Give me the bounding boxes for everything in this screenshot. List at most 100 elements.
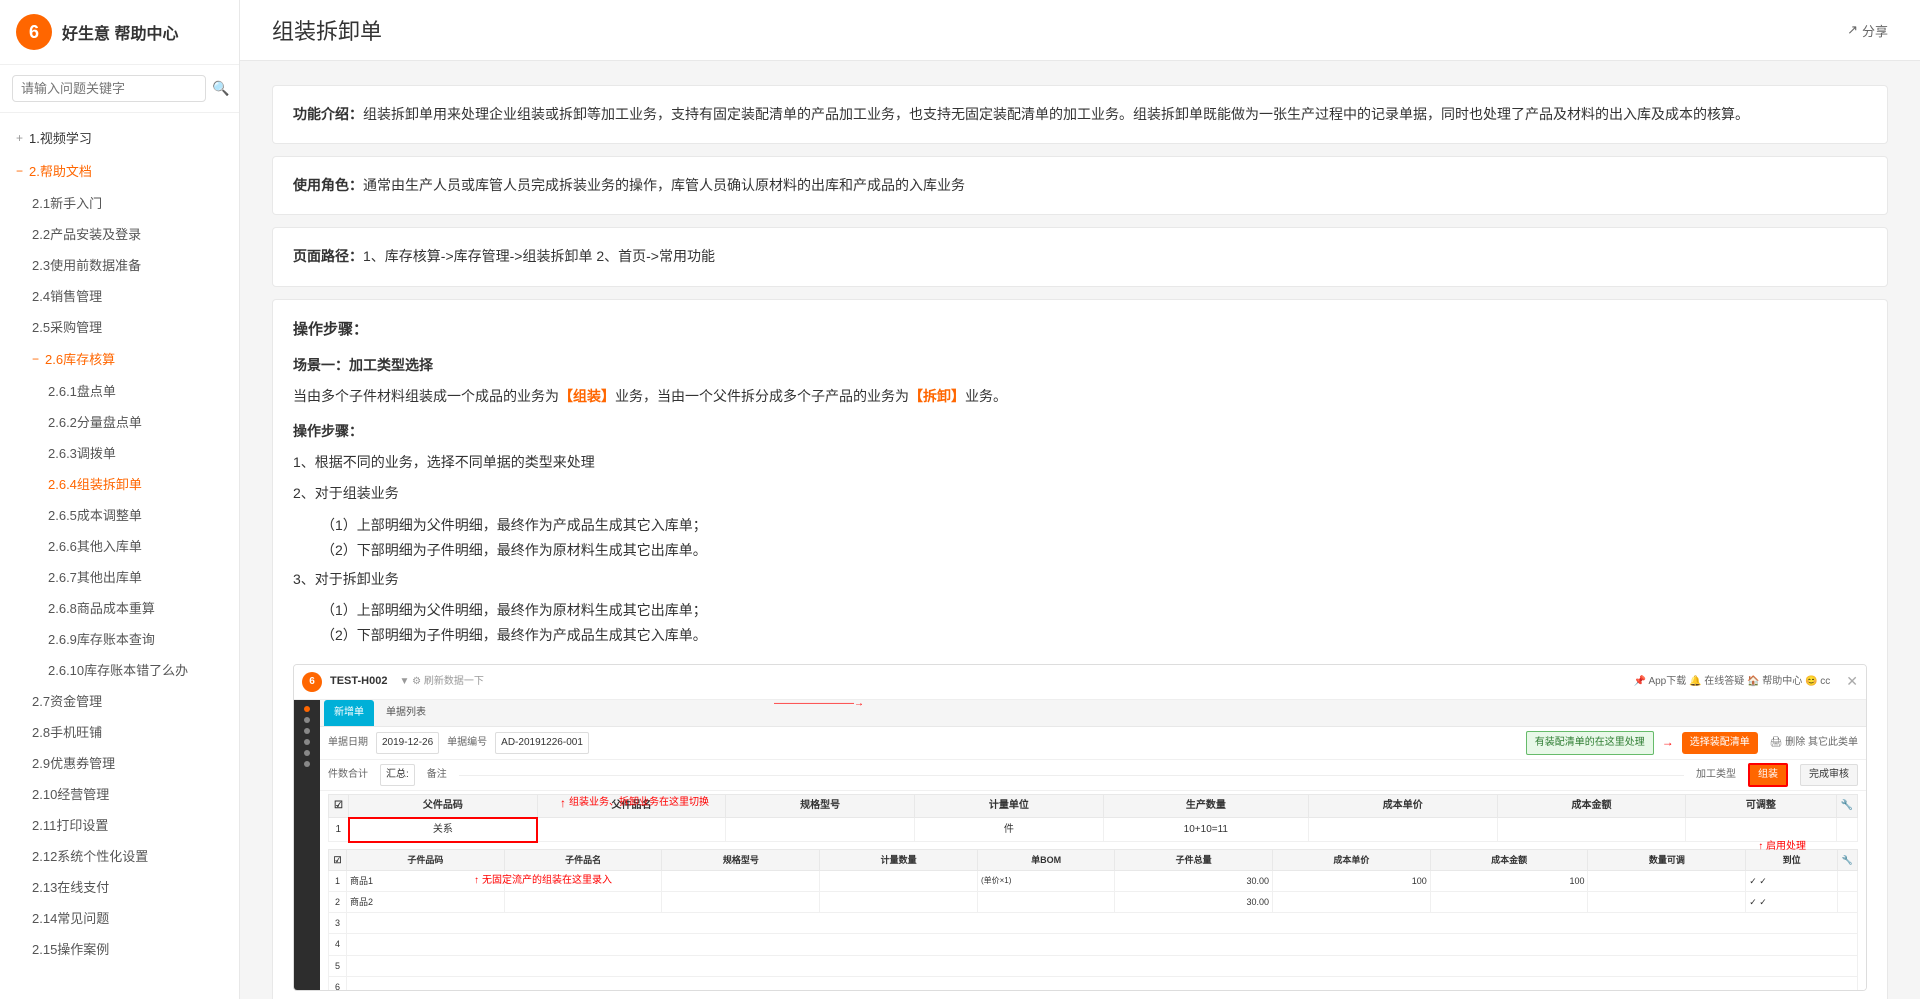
form-confirm-btn[interactable]: 完成审核 [1800, 764, 1858, 786]
col-check: ☑ [329, 794, 349, 818]
brow2-meas [820, 892, 978, 913]
role-body: 通常由生产人员或库管人员完成拆装业务的操作，库管人员确认原材料的出库和产成品的入… [363, 177, 965, 193]
form-value-remark[interactable] [459, 773, 1684, 776]
brow3-num: 3 [329, 913, 347, 934]
form-label-remark: 备注 [427, 766, 447, 784]
sidebar-item-video[interactable]: + 1.视频学习 [0, 121, 239, 154]
logo-text: 好生意 帮助中心 [62, 20, 178, 44]
app-close-icon[interactable]: ✕ [1846, 669, 1858, 694]
app-nav-btns: 📌 App下载 🔔 在线答疑 🏠 帮助中心 😊 cc [1634, 673, 1831, 691]
brow1-bom: (单价×1) [977, 870, 1114, 891]
share-button[interactable]: ↗ 分享 [1847, 21, 1888, 40]
sidebar-item-2-6-1[interactable]: 2.6.1盘点单 [0, 375, 239, 406]
sidebar-item-2-6[interactable]: − 2.6库存核算 [0, 342, 239, 375]
app-id: TEST-H002 [330, 672, 387, 692]
cell-parent-code: 关系 [349, 818, 538, 842]
table-row: 1 关系 件 10+10=11 [329, 818, 1858, 842]
brow2-total: 30.00 [1115, 892, 1273, 913]
sidebar-item-2-6-8[interactable]: 2.6.8商品成本重算 [0, 592, 239, 623]
annotation-arrow-up: ↑ [560, 793, 566, 815]
intro-label: 功能介绍： [293, 106, 363, 122]
tab-new[interactable]: 新增单 [324, 700, 374, 726]
form-label-type: 加工类型 [1696, 766, 1736, 784]
search-icon[interactable]: 🔍 [212, 80, 229, 97]
expand-icon-2-6: − [32, 352, 39, 366]
col-act: 🔧 [1836, 794, 1857, 818]
app-main: 新增单 单据列表 单据日期 2019-12-26 单据编号 AD-2019122… [320, 700, 1866, 990]
search-input[interactable] [12, 75, 206, 102]
table-top-header-row: ☑ 父件品码 父件品名 规格型号 计量单位 生产数量 成本单价 成本金额 [329, 794, 1858, 818]
bcol-check: ☑ [329, 849, 347, 870]
sidebar-item-2-5[interactable]: 2.5采购管理 [0, 311, 239, 342]
brow6-empty [347, 976, 1858, 989]
sidebar-item-2-6-10[interactable]: 2.6.10库存账本错了么办 [0, 654, 239, 685]
step3-sub2: （2）下部明细为子件明细，最终作为产成品生成其它入库单。 [321, 623, 1867, 648]
toolbar-action-btn[interactable]: 选择装配清单 [1682, 732, 1758, 754]
col-qty: 生产数量 [1103, 794, 1308, 818]
brow6-num: 6 [329, 976, 347, 989]
sidebar-item-2-6-2[interactable]: 2.6.2分量盘点单 [0, 406, 239, 437]
toolbar-date-value[interactable]: 2019-12-26 [376, 732, 439, 754]
sidebar-item-2-6-6[interactable]: 2.6.6其他入库单 [0, 530, 239, 561]
brow3-empty [347, 913, 1858, 934]
top-bar: 组装拆卸单 ↗ 分享 [240, 0, 1920, 61]
screenshot-inner: 6 TEST-H002 ▼ ⚙ 刷新数据一下 📌 App下载 🔔 在线答疑 🏠 … [294, 665, 1866, 989]
bcol-child-code: 子件品码 [347, 849, 505, 870]
path-label: 页面路径： [293, 248, 363, 264]
col-cost-price: 成本单价 [1308, 794, 1497, 818]
toolbar-arrow: → [1662, 732, 1674, 754]
sidebar-dot-5 [304, 761, 310, 767]
toolbar-id-value[interactable]: AD-20191226-001 [495, 732, 589, 754]
sidebar-item-2-11[interactable]: 2.11打印设置 [0, 809, 239, 840]
sidebar-item-2-13[interactable]: 2.13在线支付 [0, 871, 239, 902]
sidebar-item-2-6-9[interactable]: 2.6.9库存账本查询 [0, 623, 239, 654]
sidebar-item-2-8[interactable]: 2.8手机旺铺 [0, 716, 239, 747]
brow4-empty [347, 934, 1858, 955]
sidebar-item-2-14[interactable]: 2.14常见问题 [0, 902, 239, 933]
brow1-name [504, 870, 662, 891]
sidebar-item-video-label: 1.视频学习 [29, 128, 92, 147]
sidebar-item-2-1[interactable]: 2.1新手入门 [0, 187, 239, 218]
form-type-value[interactable]: 组装 [1748, 763, 1788, 787]
cell-qty: 10+10=11 [1103, 818, 1308, 842]
brow4-num: 4 [329, 934, 347, 955]
step3: 3、对于拆卸业务 [293, 567, 1867, 592]
nav-sub-2-6: 2.6.1盘点单 2.6.2分量盘点单 2.6.3调拨单 2.6.4组装拆卸单 … [0, 375, 239, 685]
table-bottom-head: ☑ 子件品码 子件品名 规格型号 计量数量 单BOM 子件总量 成本单价 [329, 849, 1858, 870]
annotation-content-1: ↑ 组装业务、拆卸业务在这里切换 [560, 793, 709, 815]
cell-parent-name [537, 818, 726, 842]
sidebar-item-2-2[interactable]: 2.2产品安装及登录 [0, 218, 239, 249]
app-body: 新增单 单据列表 单据日期 2019-12-26 单据编号 AD-2019122… [294, 700, 1866, 990]
toolbar-badge: 有装配清单的在这里处理 [1526, 731, 1654, 755]
table-top-body: 1 关系 件 10+10=11 [329, 818, 1858, 842]
logo-area: 6 好生意 帮助中心 [0, 0, 239, 65]
app-header: 6 TEST-H002 ▼ ⚙ 刷新数据一下 📌 App下载 🔔 在线答疑 🏠 … [294, 665, 1866, 699]
sidebar-item-2-6-5[interactable]: 2.6.5成本调整单 [0, 499, 239, 530]
sidebar-item-2-6-3[interactable]: 2.6.3调拨单 [0, 437, 239, 468]
table-row: 4 [329, 934, 1858, 955]
ops-title: 操作步骤： [293, 316, 1867, 343]
sidebar-item-2-4[interactable]: 2.4销售管理 [0, 280, 239, 311]
steps-title: 操作步骤： [293, 419, 1867, 444]
sidebar-item-2-7[interactable]: 2.7资金管理 [0, 685, 239, 716]
sidebar-item-2-3[interactable]: 2.3使用前数据准备 [0, 249, 239, 280]
sidebar-item-2-6-7[interactable]: 2.6.7其他出库单 [0, 561, 239, 592]
tab-list[interactable]: 单据列表 [376, 700, 436, 726]
table-row: 2 商品2 30.00 [329, 892, 1858, 913]
sidebar-item-2-9[interactable]: 2.9优惠券管理 [0, 747, 239, 778]
form-value-count[interactable]: 汇总: [380, 764, 415, 786]
expand-icon-docs: − [16, 164, 23, 178]
sidebar-item-2-10[interactable]: 2.10经营管理 [0, 778, 239, 809]
cell-spec [726, 818, 915, 842]
scene-title: 场景一：加工类型选择 [293, 353, 1867, 378]
step2-sub1: （1）上部明细为父件明细，最终作为产成品生成其它入库单； [321, 513, 1867, 538]
brow1-act [1838, 870, 1858, 891]
sidebar-item-2-6-4[interactable]: 2.6.4组装拆卸单 [0, 468, 239, 499]
path-body: 1、库存核算->库存管理->组装拆卸单 2、首页->常用功能 [363, 248, 715, 264]
brow2-bom [977, 892, 1114, 913]
step2-sub2: （2）下部明细为子件明细，最终作为原材料生成其它出库单。 [321, 538, 1867, 563]
sidebar-item-2-15[interactable]: 2.15操作案例 [0, 933, 239, 964]
sidebar-item-docs[interactable]: − 2.帮助文档 [0, 154, 239, 187]
sidebar-dot-4 [304, 750, 310, 756]
sidebar-item-2-12[interactable]: 2.12系统个性化设置 [0, 840, 239, 871]
